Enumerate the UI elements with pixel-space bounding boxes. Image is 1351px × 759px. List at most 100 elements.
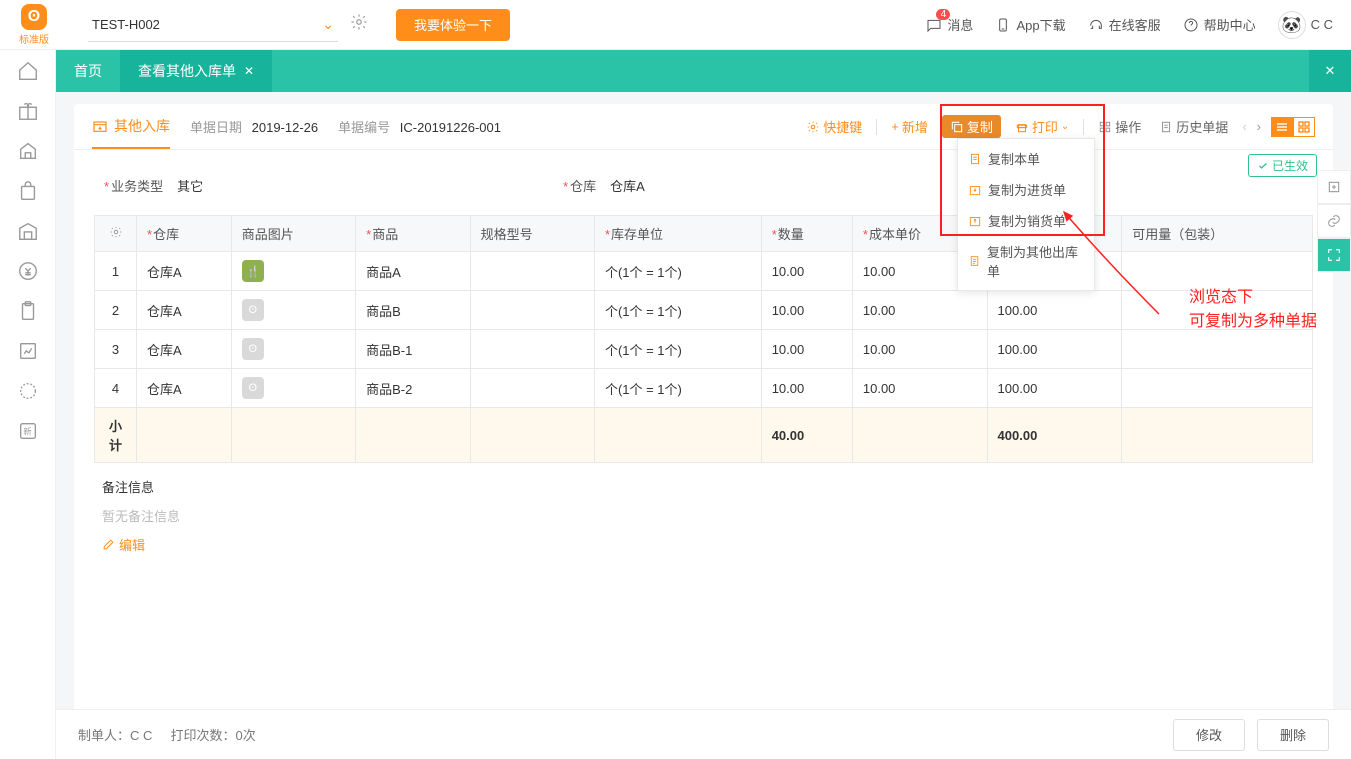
th-spec: 规格型号	[470, 216, 594, 252]
cell-amount: 100.00	[987, 330, 1122, 369]
user-menu[interactable]: 🐼 C C	[1278, 11, 1333, 39]
product-thumb-icon: 🍴	[242, 260, 264, 282]
th-settings[interactable]	[95, 216, 137, 252]
nav-bag-icon[interactable]	[17, 180, 39, 202]
cell-avail	[1122, 369, 1313, 408]
th-product: *商品	[356, 216, 470, 252]
pencil-icon	[102, 538, 115, 551]
nav-home-icon[interactable]	[17, 60, 39, 82]
shortcut-button[interactable]: 快捷键	[802, 115, 866, 138]
copy-dropdown-item-2[interactable]: 复制为进货单	[958, 174, 1094, 205]
cell-unit: 个(1个 = 1个)	[594, 369, 761, 408]
status-label: 已生效	[1272, 157, 1308, 174]
dd-label-3: 复制为销货单	[988, 211, 1066, 230]
online-service-link[interactable]: 在线客服	[1088, 15, 1161, 34]
cell-product: 商品B-2	[356, 369, 470, 408]
dd-label-2: 复制为进货单	[988, 180, 1066, 199]
logo-label: 标准版	[19, 31, 49, 46]
float-link-button[interactable]	[1317, 204, 1351, 238]
sheet-tab[interactable]: 其他入库	[92, 104, 170, 149]
product-thumb-icon: ʘ	[242, 377, 264, 399]
nav-house-icon[interactable]	[17, 140, 39, 162]
copy-icon	[950, 120, 964, 134]
gear-icon[interactable]	[350, 13, 368, 36]
add-label: 新增	[902, 117, 928, 136]
chevron-down-icon: ⌄	[322, 16, 334, 33]
cell-amount: 100.00	[987, 369, 1122, 408]
table-wrap: *仓库 商品图片 *商品 规格型号 *库存单位 *数量 *成本单价 *成本金额 …	[74, 215, 1333, 463]
help-center-link[interactable]: 帮助中心	[1183, 15, 1256, 34]
inbound-icon	[92, 118, 108, 134]
user-name: C C	[1311, 17, 1333, 32]
float-edit-button[interactable]	[1317, 170, 1351, 204]
tab-home-label: 首页	[74, 61, 102, 81]
try-button[interactable]: 我要体验一下	[396, 9, 510, 41]
cell-idx: 4	[95, 369, 137, 408]
messages-link[interactable]: 消息 4	[926, 15, 973, 34]
messages-badge: 4	[936, 9, 950, 20]
history-button[interactable]: 历史单据	[1155, 115, 1232, 138]
nav-reload-icon[interactable]	[17, 380, 39, 402]
subtotal-qty: 40.00	[761, 408, 852, 463]
nav-warehouse-icon[interactable]	[17, 220, 39, 242]
print-count-label: 打印次数：	[170, 728, 235, 743]
edit-label: 编辑	[119, 535, 145, 554]
float-expand-button[interactable]	[1317, 238, 1351, 272]
cell-image: ʘ	[231, 369, 355, 408]
delete-button[interactable]: 删除	[1257, 719, 1329, 751]
card-view-button[interactable]	[1293, 117, 1315, 137]
tab-view-other-inbound[interactable]: 查看其他入库单 ✕	[120, 50, 272, 92]
warehouse-label: *仓库	[563, 176, 596, 195]
items-table: *仓库 商品图片 *商品 规格型号 *库存单位 *数量 *成本单价 *成本金额 …	[94, 215, 1313, 463]
chevron-right-icon[interactable]: ›	[1257, 119, 1261, 134]
nav-clipboard-icon[interactable]	[17, 300, 39, 322]
copy-button[interactable]: 复制	[942, 115, 1001, 138]
copy-dropdown-item-1[interactable]: 复制本单	[958, 143, 1094, 174]
table-header-row: *仓库 商品图片 *商品 规格型号 *库存单位 *数量 *成本单价 *成本金额 …	[95, 216, 1313, 252]
plus-icon: +	[891, 119, 899, 134]
footer: 制单人：C C 打印次数：0次 修改 删除	[56, 709, 1351, 759]
operate-button[interactable]: 操作	[1094, 115, 1145, 138]
cell-idx: 3	[95, 330, 137, 369]
cell-idx: 1	[95, 252, 137, 291]
table-row[interactable]: 1 仓库A 🍴 商品A 个(1个 = 1个) 10.00 10.00 100.0…	[95, 252, 1313, 291]
form-row: *业务类型 其它 *仓库 仓库A	[74, 150, 1333, 215]
org-selector[interactable]: TEST-H002 ⌄	[88, 8, 338, 42]
add-button[interactable]: + 新增	[887, 115, 932, 138]
cell-image: ʘ	[231, 330, 355, 369]
copy-dropdown-item-4[interactable]: 复制为其他出库单	[958, 236, 1094, 286]
close-icon[interactable]: ✕	[244, 64, 254, 78]
shortcut-label: 快捷键	[823, 117, 862, 136]
edit-remarks-button[interactable]: 编辑	[102, 535, 1305, 554]
cell-avail	[1122, 252, 1313, 291]
gear-icon	[109, 225, 123, 239]
cell-unit: 个(1个 = 1个)	[594, 330, 761, 369]
nav-money-icon[interactable]	[17, 260, 39, 282]
help-center-label: 帮助中心	[1204, 15, 1256, 34]
logo[interactable]: ʘ 标准版	[10, 4, 58, 46]
tab-active-label: 查看其他入库单	[138, 61, 236, 81]
nav-report-icon[interactable]	[17, 340, 39, 362]
th-unit: *库存单位	[594, 216, 761, 252]
cell-warehouse: 仓库A	[137, 369, 232, 408]
table-row[interactable]: 2 仓库A ʘ 商品B 个(1个 = 1个) 10.00 10.00 100.0…	[95, 291, 1313, 330]
list-view-button[interactable]	[1271, 117, 1293, 137]
nav-new-icon[interactable]: 新	[17, 420, 39, 442]
online-service-label: 在线客服	[1109, 15, 1161, 34]
table-row[interactable]: 3 仓库A ʘ 商品B-1 个(1个 = 1个) 10.00 10.00 100…	[95, 330, 1313, 369]
cell-idx: 2	[95, 291, 137, 330]
dd-label-4: 复制为其他出库单	[987, 242, 1084, 280]
chevron-left-icon[interactable]: ‹	[1242, 119, 1246, 134]
table-row[interactable]: 4 仓库A ʘ 商品B-2 个(1个 = 1个) 10.00 10.00 100…	[95, 369, 1313, 408]
tab-home[interactable]: 首页	[56, 50, 120, 92]
copy-dropdown-item-3[interactable]: 复制为销货单	[958, 205, 1094, 236]
remarks-section: 备注信息 暂无备注信息 编辑	[74, 463, 1333, 568]
tabs-close-all[interactable]: ✕	[1309, 50, 1351, 92]
nav-gift-icon[interactable]	[17, 100, 39, 122]
print-button[interactable]: 打印 ⌄	[1011, 115, 1073, 138]
app-download-link[interactable]: App下载	[995, 15, 1065, 34]
cell-warehouse: 仓库A	[137, 252, 232, 291]
copy-icon	[968, 152, 982, 166]
modify-button[interactable]: 修改	[1173, 719, 1245, 751]
cell-product: 商品B	[356, 291, 470, 330]
